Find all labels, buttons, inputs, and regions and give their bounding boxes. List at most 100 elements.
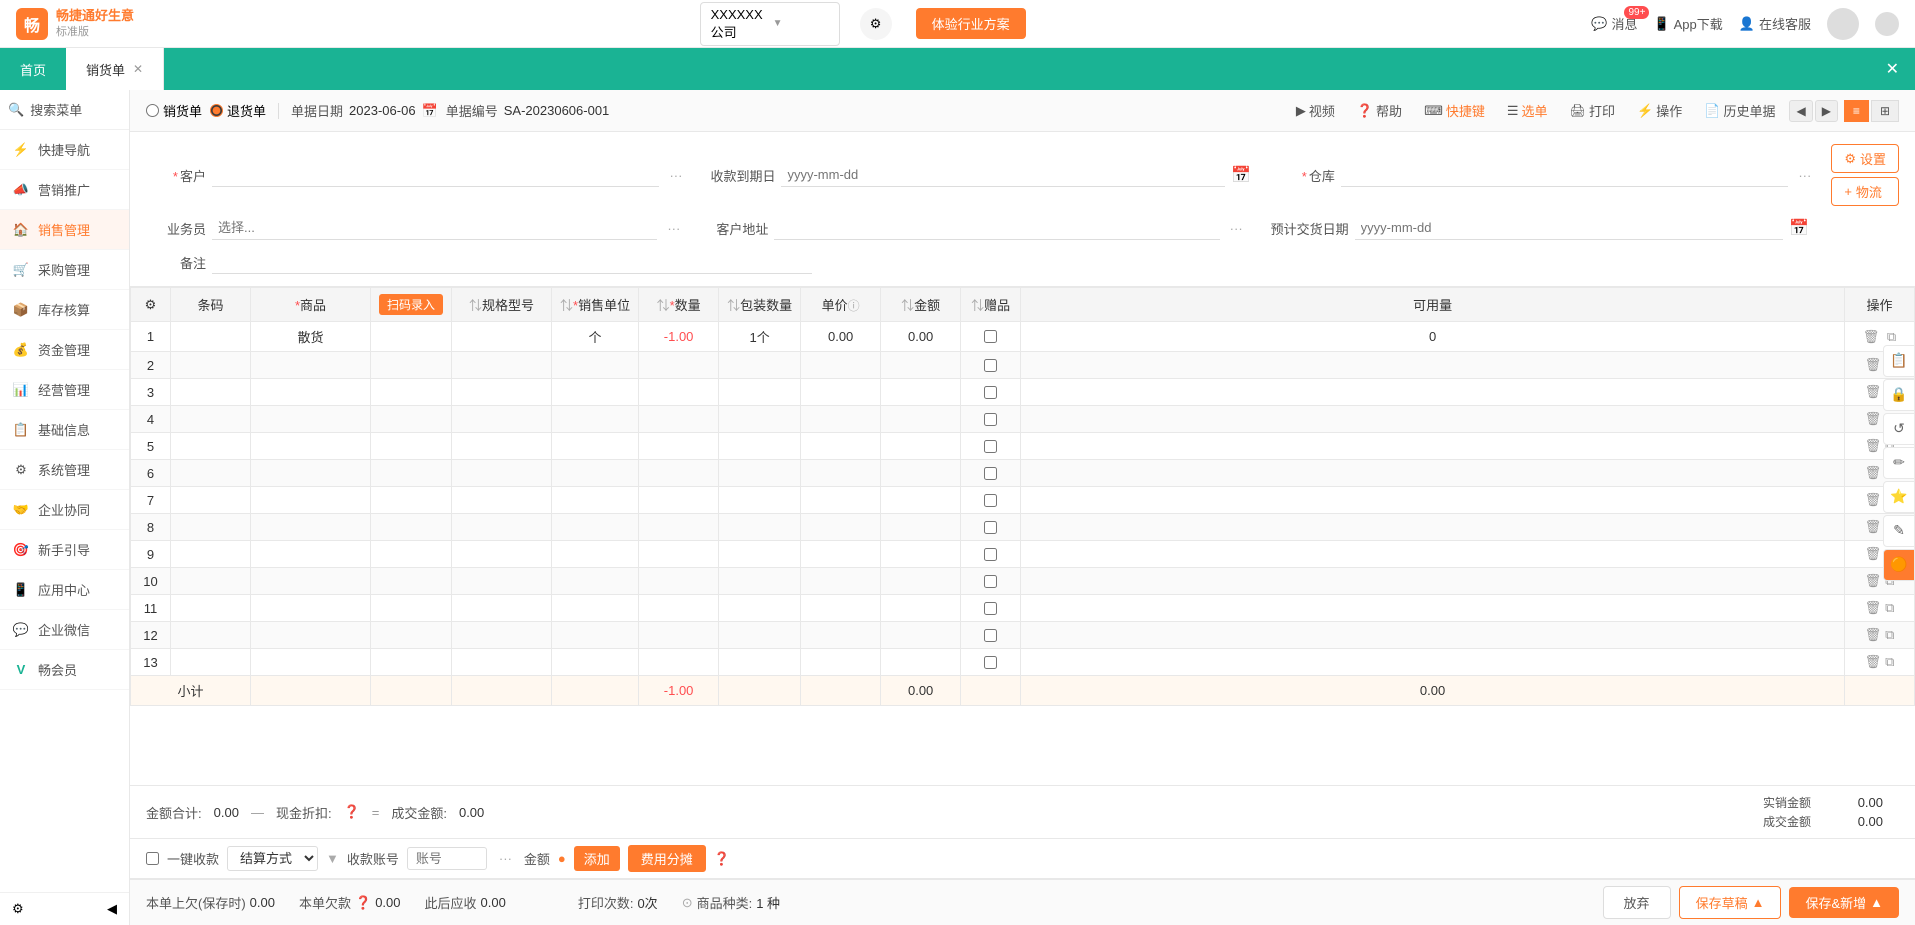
delete-icon[interactable]: 🗑 xyxy=(1865,627,1882,642)
grid-view-button[interactable]: ⊞ xyxy=(1871,100,1899,122)
sidebar-collapse-icon[interactable]: ◀ xyxy=(107,901,117,917)
float-btn-2[interactable]: 🔒 xyxy=(1883,379,1915,411)
row-spec[interactable] xyxy=(452,322,552,352)
sidebar-item-appcenter[interactable]: 📱 应用中心 xyxy=(0,570,129,610)
delete-icon[interactable]: 🗑 xyxy=(1863,329,1880,344)
sidebar-item-quicknav[interactable]: ⚡ 快捷导航 xyxy=(0,130,129,170)
sidebar-search[interactable]: 🔍 搜索菜单 xyxy=(0,90,129,130)
th-scan[interactable]: 扫码录入 xyxy=(371,288,452,322)
delete-icon[interactable]: 🗑 xyxy=(1865,654,1882,669)
add-payment-button[interactable]: 添加 xyxy=(574,846,620,871)
copy-icon[interactable]: ⧉ xyxy=(1885,654,1894,669)
radio-return[interactable]: 退货单 xyxy=(210,101,266,120)
due-date-input[interactable] xyxy=(781,163,1225,187)
th-settings[interactable]: ⚙ xyxy=(131,288,171,322)
delete-icon[interactable]: 🗑 xyxy=(1865,438,1882,453)
history-button[interactable]: 📄 历史单据 xyxy=(1696,98,1783,123)
expected-date-input[interactable] xyxy=(1355,216,1783,240)
float-btn-5[interactable]: ⭐ xyxy=(1883,481,1915,513)
close-all-tabs-button[interactable]: ✕ xyxy=(1870,48,1915,90)
row-unit[interactable]: 个 xyxy=(552,322,639,352)
customer-ellipsis[interactable]: ··· xyxy=(665,168,686,183)
online-service-button[interactable]: 👤 在线客服 xyxy=(1739,14,1811,33)
row-gift[interactable] xyxy=(961,322,1021,352)
shortage-question-icon[interactable]: ❓ xyxy=(355,895,371,911)
radio-sales[interactable]: 销货单 xyxy=(146,101,202,120)
help-button[interactable]: ❓ 帮助 xyxy=(1349,98,1410,123)
sidebar-item-system[interactable]: ⚙ 系统管理 xyxy=(0,450,129,490)
fees-question-icon[interactable]: ❓ xyxy=(714,851,730,867)
row-product[interactable]: 散货 xyxy=(251,322,371,352)
row-amount[interactable]: 0.00 xyxy=(881,322,961,352)
sidebar-item-basic[interactable]: 📋 基础信息 xyxy=(0,410,129,450)
delete-icon[interactable]: 🗑 xyxy=(1865,519,1882,534)
scan-button[interactable]: 扫码录入 xyxy=(379,294,443,315)
calendar-icon[interactable]: 📅 xyxy=(422,103,438,119)
product-types-question[interactable]: ⊙ xyxy=(682,895,693,911)
avatar[interactable] xyxy=(1827,8,1859,40)
float-btn-6[interactable]: ✎ xyxy=(1883,515,1915,547)
settings-button[interactable]: ⚙ 设置 xyxy=(1831,144,1899,173)
payment-method-select[interactable]: 结算方式 xyxy=(227,846,318,871)
tab-home[interactable]: 首页 xyxy=(0,48,66,90)
tab-sales-order[interactable]: 销货单 ✕ xyxy=(66,48,164,90)
address-ellipsis[interactable]: ··· xyxy=(1226,221,1247,236)
tab-close-icon[interactable]: ✕ xyxy=(133,62,143,76)
prev-arrow[interactable]: ◀ xyxy=(1789,100,1812,122)
warehouse-ellipsis[interactable]: ··· xyxy=(1794,168,1815,183)
copy-icon[interactable]: ⧉ xyxy=(1885,627,1894,642)
message-button[interactable]: 💬 消息 99+ xyxy=(1591,14,1637,33)
customer-input[interactable] xyxy=(212,163,659,187)
save-draft-button[interactable]: 保存草稿 ▲ xyxy=(1679,886,1782,919)
next-arrow[interactable]: ▶ xyxy=(1815,100,1838,122)
customer-address-input[interactable] xyxy=(774,216,1219,240)
sidebar-item-guide[interactable]: 🎯 新手引导 xyxy=(0,530,129,570)
delete-icon[interactable]: 🗑 xyxy=(1865,573,1882,588)
delete-icon[interactable]: 🗑 xyxy=(1865,546,1882,561)
list-view-button[interactable]: ≡ xyxy=(1844,100,1869,122)
copy-icon[interactable]: ⧉ xyxy=(1885,600,1894,615)
experience-button[interactable]: 体验行业方案 xyxy=(916,8,1026,39)
float-btn-4[interactable]: ✏ xyxy=(1883,447,1915,479)
sidebar-settings-icon[interactable]: ⚙ xyxy=(12,901,24,917)
sidebar-item-inventory[interactable]: 📦 库存核算 xyxy=(0,290,129,330)
sidebar-item-sales[interactable]: 🏠 销售管理 xyxy=(0,210,129,250)
row-unit-price[interactable]: 0.00 xyxy=(801,322,881,352)
sidebar-item-finance[interactable]: 💰 资金管理 xyxy=(0,330,129,370)
sidebar-item-purchase[interactable]: 🛒 采购管理 xyxy=(0,250,129,290)
video-button[interactable]: ▶ 视频 xyxy=(1288,98,1343,123)
float-btn-7[interactable]: 🟠 xyxy=(1883,549,1915,581)
one-click-checkbox[interactable] xyxy=(146,852,159,865)
select-button[interactable]: ☰ 选单 xyxy=(1499,98,1556,123)
company-selector[interactable]: XXXXXX公司 ▼ xyxy=(700,2,840,46)
logistics-button[interactable]: + 物流 xyxy=(1831,177,1899,206)
operate-button[interactable]: ⚡ 操作 xyxy=(1629,98,1690,123)
sidebar-item-member[interactable]: V 畅会员 xyxy=(0,650,129,690)
delete-icon[interactable]: 🗑 xyxy=(1865,492,1882,507)
sidebar-item-collab[interactable]: 🤝 企业协同 xyxy=(0,490,129,530)
account-ellipsis[interactable]: ··· xyxy=(495,851,516,866)
expected-date-calendar-icon[interactable]: 📅 xyxy=(1789,218,1809,238)
account-input[interactable] xyxy=(407,847,487,870)
discard-button[interactable]: 放弃 xyxy=(1603,886,1671,919)
shortcut-button[interactable]: ⌨ 快捷键 xyxy=(1416,98,1493,123)
salesman-input[interactable] xyxy=(212,216,657,240)
save-new-button[interactable]: 保存&新增 ▲ xyxy=(1789,887,1899,918)
float-btn-1[interactable]: 📋 xyxy=(1883,345,1915,377)
app-download-button[interactable]: 📱 App下载 xyxy=(1653,14,1722,33)
delete-icon[interactable]: 🗑 xyxy=(1865,600,1882,615)
salesman-ellipsis[interactable]: ··· xyxy=(663,221,684,236)
sidebar-item-marketing[interactable]: 📣 营销推广 xyxy=(0,170,129,210)
delete-icon[interactable]: 🗑 xyxy=(1865,465,1882,480)
delete-icon[interactable]: 🗑 xyxy=(1865,384,1882,399)
row-pack-qty[interactable]: 1个 xyxy=(719,322,801,352)
warehouse-input[interactable]: 建材仓 xyxy=(1341,163,1788,187)
copy-icon[interactable]: ⧉ xyxy=(1887,329,1896,344)
row-qty[interactable]: -1.00 xyxy=(639,322,719,352)
sidebar-item-wechat[interactable]: 💬 企业微信 xyxy=(0,610,129,650)
float-btn-3[interactable]: ↺ xyxy=(1883,413,1915,445)
fees-split-button[interactable]: 费用分摊 xyxy=(628,845,706,872)
row-barcode[interactable] xyxy=(171,322,251,352)
due-date-calendar-icon[interactable]: 📅 xyxy=(1231,165,1251,185)
delete-icon[interactable]: 🗑 xyxy=(1865,357,1882,372)
